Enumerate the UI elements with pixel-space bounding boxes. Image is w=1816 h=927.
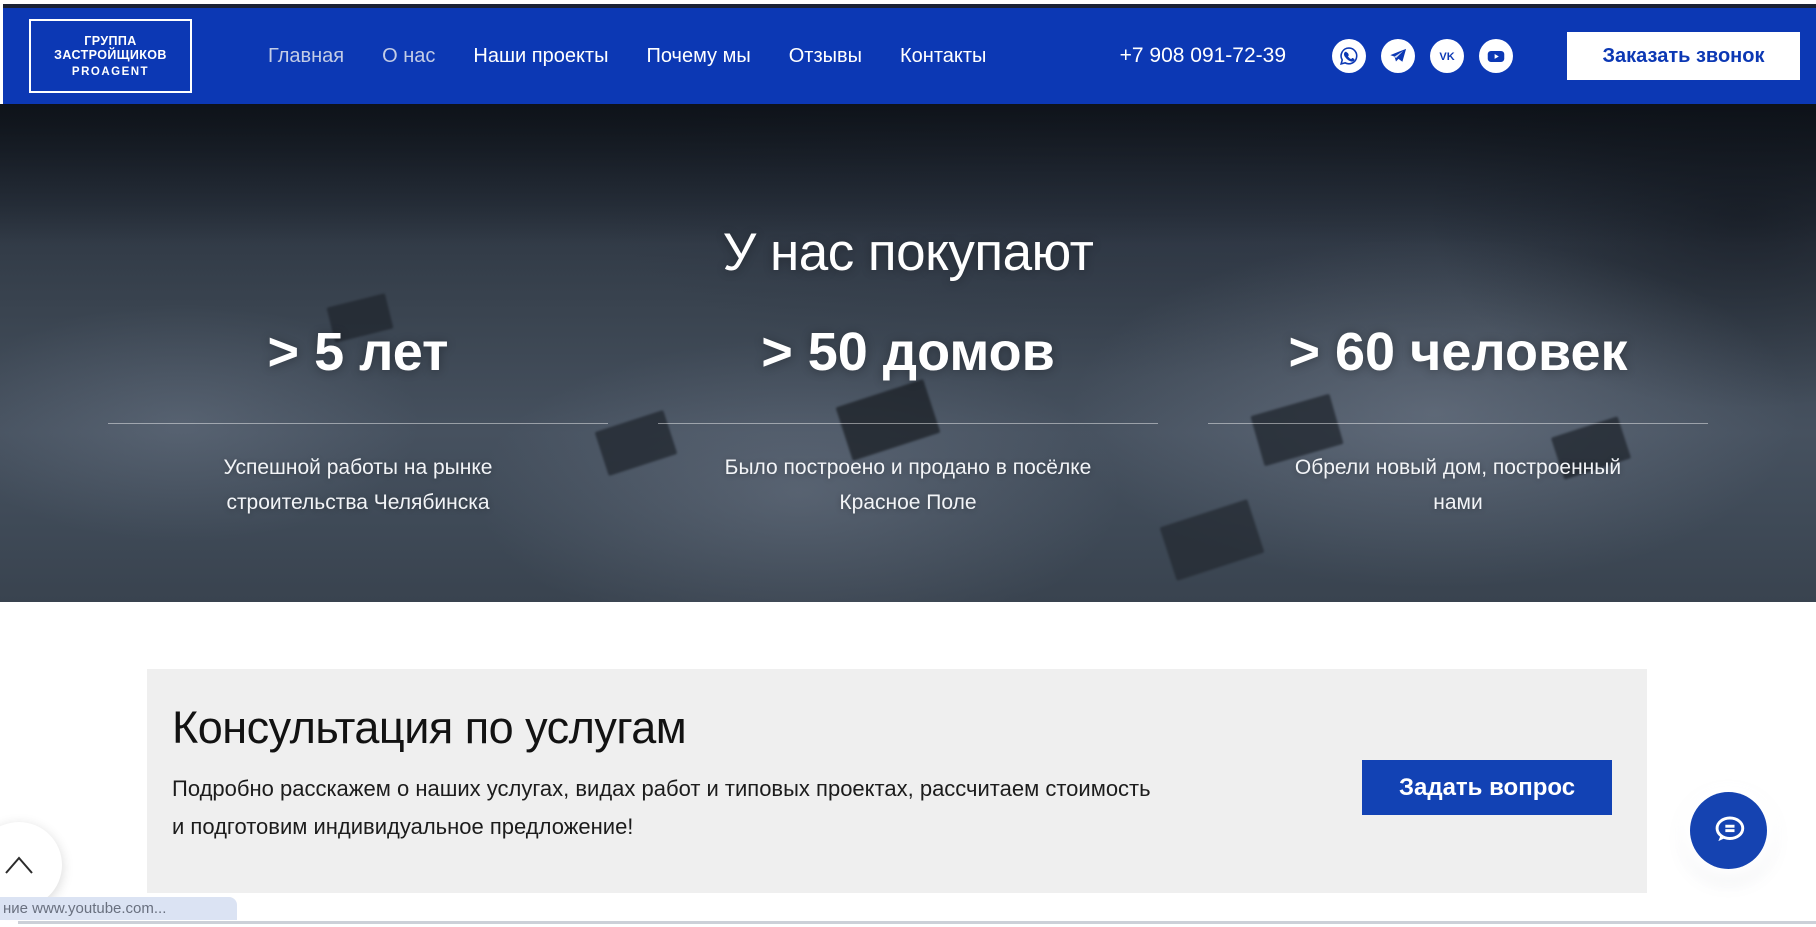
stats-row: > 5 лет Успешной работы на рынке строите… <box>108 325 1708 520</box>
consultation-title: Консультация по услугам <box>172 702 687 753</box>
nav-item-otzyvy[interactable]: Отзывы <box>789 45 862 68</box>
stat-value: > 50 домов <box>761 322 1055 382</box>
stat-years: > 5 лет Успешной работы на рынке строите… <box>108 325 608 520</box>
chat-bubble-icon <box>1715 816 1744 841</box>
stat-desc-line: строительства Челябинска <box>226 491 490 514</box>
consultation-text-line: и подготовим индивидуальное предложение! <box>172 814 634 839</box>
section-title: У нас покупают <box>722 223 1094 282</box>
site-header: ГРУППА ЗАСТРОЙЩИКОВ PROAGENT Главная О н… <box>3 8 1816 104</box>
divider <box>108 423 608 424</box>
ask-question-button[interactable]: Задать вопрос <box>1362 760 1612 815</box>
divider <box>658 423 1158 424</box>
nav-item-kontakty[interactable]: Контакты <box>900 45 986 68</box>
main-nav: Главная О нас Наши проекты Почему мы Отз… <box>268 45 986 68</box>
stat-description: Было построено и продано в посёлке Красн… <box>658 450 1158 520</box>
browser-status-bar: ние www.youtube.com... <box>0 897 237 920</box>
chat-widget-button[interactable] <box>1690 792 1767 869</box>
logo[interactable]: ГРУППА ЗАСТРОЙЩИКОВ PROAGENT <box>29 19 192 93</box>
order-call-button[interactable]: Заказать звонок <box>1567 32 1800 80</box>
stat-desc-line: нами <box>1433 491 1483 514</box>
stat-desc-line: Успешной работы на рынке <box>223 456 493 479</box>
vk-icon[interactable]: VK <box>1430 39 1464 73</box>
stat-value: > 60 человек <box>1288 322 1628 382</box>
stat-desc-line: Красное Поле <box>839 491 977 514</box>
svg-text:VK: VK <box>1439 51 1454 63</box>
phone-number[interactable]: +7 908 091-72-39 <box>1120 44 1286 68</box>
stat-description: Обрели новый дом, построенный нами <box>1208 450 1708 520</box>
stat-value: > 5 лет <box>267 322 449 382</box>
social-links: VK <box>1332 39 1513 73</box>
hero-section: У нас покупают > 5 лет Успешной работы н… <box>0 104 1816 602</box>
consultation-text: Подробно расскажем о наших услугах, вида… <box>172 770 1182 846</box>
stat-desc-line: Было построено и продано в посёлке <box>724 456 1092 479</box>
page-bottom-divider <box>18 921 1816 924</box>
consultation-panel: Консультация по услугам Подробно расскаж… <box>147 669 1647 893</box>
nav-item-o-nas[interactable]: О нас <box>382 45 435 68</box>
logo-line1: ГРУППА ЗАСТРОЙЩИКОВ <box>54 34 167 62</box>
stat-description: Успешной работы на рынке строительства Ч… <box>108 450 608 520</box>
nav-item-nashi-proekty[interactable]: Наши проекты <box>473 45 608 68</box>
chevron-up-icon <box>5 856 33 874</box>
logo-line2: PROAGENT <box>71 66 150 78</box>
consultation-text-line: Подробно расскажем о наших услугах, вида… <box>172 776 1151 801</box>
nav-item-pochemu-my[interactable]: Почему мы <box>646 45 750 68</box>
divider <box>1208 423 1708 424</box>
stat-desc-line: Обрели новый дом, построенный <box>1294 456 1622 479</box>
telegram-icon[interactable] <box>1381 39 1415 73</box>
stat-houses: > 50 домов Было построено и продано в по… <box>658 325 1158 520</box>
nav-item-glavnaya[interactable]: Главная <box>268 45 344 68</box>
whatsapp-icon[interactable] <box>1332 39 1366 73</box>
stat-people: > 60 человек Обрели новый дом, построенн… <box>1208 325 1708 520</box>
scroll-to-top-button[interactable] <box>0 822 62 908</box>
youtube-icon[interactable] <box>1479 39 1513 73</box>
